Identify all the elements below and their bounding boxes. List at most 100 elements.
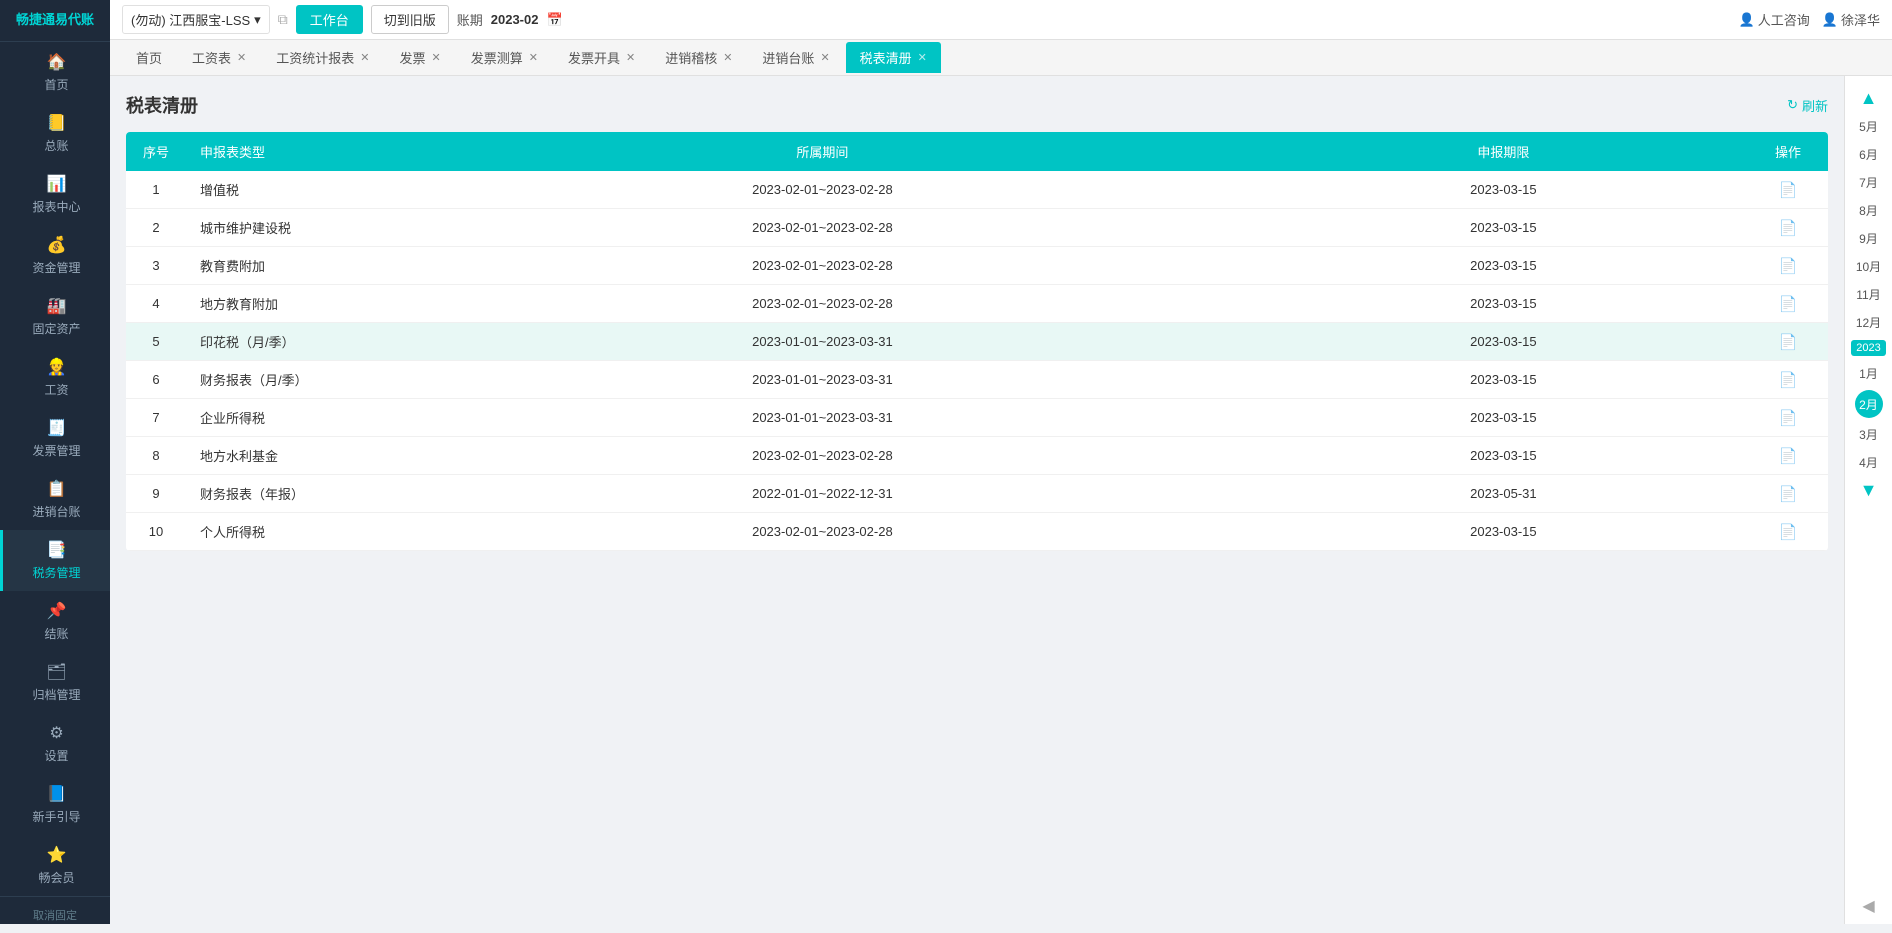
month-11[interactable]: 11月 [1845,281,1892,308]
cell-deadline: 2023-03-15 [1259,323,1748,361]
sidebar-item-salary[interactable]: 👷 工资 [0,347,110,408]
col-type: 申报表类型 [186,132,386,171]
tab-close-icon[interactable]: ✕ [723,51,732,64]
page-content: 税表清册 ↻ 刷新 序号 申报表类型 所属期间 申报期限 操作 [110,76,1844,924]
sidebar-item-close-account[interactable]: 📌 结账 [0,591,110,652]
action-icon[interactable]: 📄 [1779,410,1798,427]
action-icon[interactable]: 📄 [1779,258,1798,275]
sidebar-item-label: 税务管理 [32,564,80,581]
tab-close-icon[interactable]: ✕ [360,51,369,64]
tab-close-icon[interactable]: ✕ [237,51,246,64]
action-icon[interactable]: 📄 [1779,220,1798,237]
user-service-label: 人工咨询 [1758,10,1810,29]
refresh-button[interactable]: ↻ 刷新 [1787,96,1828,115]
table-row: 2 城市维护建设税 2023-02-01~2023-02-28 2023-03-… [126,209,1828,247]
tab-close-icon[interactable]: ✕ [918,51,927,64]
sidebar-item-tax[interactable]: 📑 税务管理 [0,530,110,591]
sidebar-item-reports[interactable]: 📊 报表中心 [0,164,110,225]
month-2-active[interactable]: 2月 [1855,390,1883,418]
sidebar-item-funds[interactable]: 💰 资金管理 [0,225,110,286]
panel-down-button[interactable]: ▼ [1856,476,1882,505]
tab-salary-stats[interactable]: 工资统计报表 ✕ [262,42,383,73]
sidebar-unpin-button[interactable]: 取消固定 [0,896,110,933]
sidebar-item-invoice[interactable]: 🧾 发票管理 [0,408,110,469]
sidebar-item-member[interactable]: ⭐ 畅会员 [0,835,110,896]
sidebar-item-guide[interactable]: 📘 新手引导 [0,774,110,835]
month-12[interactable]: 12月 [1845,309,1892,336]
sidebar-item-purchase-sales[interactable]: 📋 进销台账 [0,469,110,530]
panel-up-button[interactable]: ▲ [1856,84,1882,113]
action-icon[interactable]: 📄 [1779,334,1798,351]
month-9[interactable]: 9月 [1845,225,1892,252]
tab-invoice[interactable]: 发票 ✕ [385,42,454,73]
reports-icon: 📊 [47,174,67,194]
invoice-icon: 🧾 [47,418,67,438]
action-icon[interactable]: 📄 [1779,296,1798,313]
action-icon[interactable]: 📄 [1779,448,1798,465]
month-3[interactable]: 3月 [1845,421,1892,448]
month-4[interactable]: 4月 [1845,449,1892,476]
action-icon[interactable]: 📄 [1779,372,1798,389]
tab-label: 工资表 [192,48,231,67]
sidebar-item-label: 报表中心 [32,198,80,215]
tab-purchase-check[interactable]: 进销稽核 ✕ [651,42,746,73]
month-10[interactable]: 10月 [1845,253,1892,280]
copy-icon[interactable]: ⧉ [278,11,288,28]
tab-close-icon[interactable]: ✕ [820,51,829,64]
action-icon[interactable]: 📄 [1779,524,1798,541]
cell-action: 📄 [1748,285,1828,323]
cell-action: 📄 [1748,247,1828,285]
cell-action: 📄 [1748,437,1828,475]
col-deadline: 申报期限 [1259,132,1748,171]
sidebar-item-label: 资金管理 [32,259,80,276]
cell-index: 9 [126,475,186,513]
tab-close-icon[interactable]: ✕ [529,51,538,64]
cell-type: 企业所得税 [186,399,386,437]
sidebar-item-archive[interactable]: 🗂 归档管理 [0,652,110,713]
month-8[interactable]: 8月 [1845,197,1892,224]
salary-icon: 👷 [47,357,67,377]
avatar-icon: 👤 [1822,12,1838,28]
action-icon[interactable]: 📄 [1779,182,1798,199]
month-7[interactable]: 7月 [1845,169,1892,196]
calendar-icon[interactable]: 📅 [546,12,562,28]
tab-invoice-calc[interactable]: 发票测算 ✕ [457,42,552,73]
tab-salary-table[interactable]: 工资表 ✕ [178,42,260,73]
col-period: 所属期间 [386,132,1259,171]
sidebar-item-ledger[interactable]: 📒 总账 [0,103,110,164]
sidebar-item-settings[interactable]: ⚙ 设置 [0,713,110,774]
user-service[interactable]: 👤 人工咨询 [1739,10,1810,29]
company-selector[interactable]: (勿动) 江西服宝-LSS ▾ [122,5,270,34]
sidebar-item-label: 进销台账 [32,503,80,520]
sidebar-item-assets[interactable]: 🏭 固定资产 [0,286,110,347]
sidebar: 畅捷通易代账 🏠 首页 📒 总账 📊 报表中心 💰 资金管理 🏭 固定资产 👷 … [0,0,110,924]
tab-tax-list[interactable]: 税表清册 ✕ [846,42,941,73]
workspace-button[interactable]: 工作台 [296,5,363,34]
panel-collapse-button[interactable]: ◀ [1854,888,1882,924]
table-row: 4 地方教育附加 2023-02-01~2023-02-28 2023-03-1… [126,285,1828,323]
month-6[interactable]: 6月 [1845,141,1892,168]
tab-purchase-ledger[interactable]: 进销台账 ✕ [748,42,843,73]
tab-invoice-issue[interactable]: 发票开具 ✕ [554,42,649,73]
company-name: (勿动) 江西服宝-LSS [131,10,250,29]
cell-deadline: 2023-03-15 [1259,361,1748,399]
action-icon[interactable]: 📄 [1779,486,1798,503]
month-5[interactable]: 5月 [1845,113,1892,140]
tab-label: 发票开具 [568,48,620,67]
tab-home[interactable]: 首页 [122,42,176,73]
table-row: 5 印花税（月/季） 2023-01-01~2023-03-31 2023-03… [126,323,1828,361]
right-panel-months: 5月 6月 7月 8月 9月 10月 11月 12月 2023 1月 2月 3月… [1845,113,1892,476]
sidebar-item-label: 结账 [44,625,68,642]
cell-type: 城市维护建设税 [186,209,386,247]
tab-close-icon[interactable]: ✕ [626,51,635,64]
sidebar-item-label: 工资 [44,381,68,398]
month-1[interactable]: 1月 [1845,360,1892,387]
tab-close-icon[interactable]: ✕ [432,51,441,64]
cell-index: 8 [126,437,186,475]
sidebar-item-home[interactable]: 🏠 首页 [0,42,110,103]
username-display[interactable]: 👤 徐泽华 [1822,10,1880,29]
switch-version-button[interactable]: 切到旧版 [371,5,449,34]
table-row: 10 个人所得税 2023-02-01~2023-02-28 2023-03-1… [126,513,1828,551]
tax-icon: 📑 [47,540,67,560]
cell-index: 7 [126,399,186,437]
